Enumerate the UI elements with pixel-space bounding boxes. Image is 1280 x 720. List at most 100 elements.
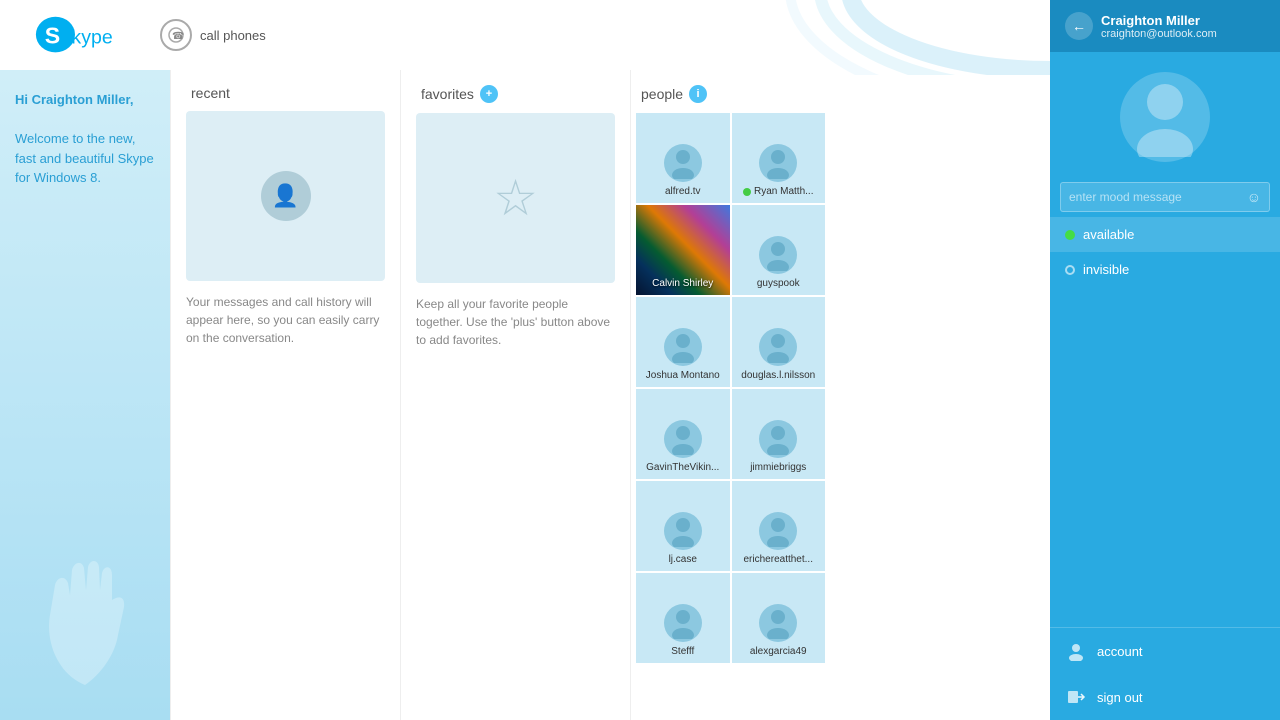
people-section: people i alfred.tv Ryan Matth... Calvin Sh… <box>630 70 830 720</box>
person-avatar <box>759 420 797 458</box>
person-tile[interactable]: lj.case <box>636 481 730 571</box>
person-name: douglas.l.nilsson <box>741 370 815 381</box>
person-avatar <box>664 144 702 182</box>
back-icon: ← <box>1072 18 1086 34</box>
person-tile[interactable]: Stefff <box>636 573 730 663</box>
person-name-row: Joshua Montano <box>646 370 720 381</box>
svg-text:kype: kype <box>71 26 112 48</box>
person-avatar <box>759 144 797 182</box>
person-avatar <box>759 512 797 550</box>
favorites-section: favorites + ☆ Keep all your favorite peo… <box>400 70 630 720</box>
person-name: guyspook <box>757 278 800 289</box>
status-options: available invisible <box>1050 217 1280 287</box>
sign-out-icon <box>1065 686 1087 708</box>
person-avatar <box>759 236 797 274</box>
person-name: Joshua Montano <box>646 370 720 381</box>
favorites-description: Keep all your favorite people together. … <box>416 295 615 349</box>
username: Craighton Miller <box>1101 13 1217 28</box>
favorites-placeholder: ☆ <box>416 113 615 283</box>
person-tile[interactable]: alfred.tv <box>636 113 730 203</box>
person-name-row: guyspook <box>757 278 800 289</box>
online-dot <box>743 188 751 196</box>
avatar-icon: 👤 <box>272 183 299 209</box>
person-name: lj.case <box>669 554 697 565</box>
person-name-row: alfred.tv <box>665 186 701 197</box>
person-avatar <box>759 328 797 366</box>
status-invisible[interactable]: invisible <box>1050 252 1280 287</box>
person-name-row: jimmiebriggs <box>750 462 806 473</box>
person-name-row: Stefff <box>671 646 694 657</box>
right-panel: ← Craighton Miller craighton@outlook.com… <box>1050 0 1280 720</box>
account-icon <box>1065 640 1087 662</box>
person-tile[interactable]: Calvin Shirley <box>636 205 730 295</box>
mood-input-area[interactable]: ☺ <box>1060 182 1270 212</box>
right-panel-bottom: account sign out <box>1050 627 1280 720</box>
recent-avatar-placeholder: 👤 <box>261 171 311 221</box>
recent-title: recent <box>191 85 230 101</box>
people-title: people <box>641 86 683 102</box>
back-button[interactable]: ← <box>1065 12 1093 40</box>
person-name: alexgarcia49 <box>750 646 807 657</box>
account-label: account <box>1097 644 1143 659</box>
person-avatar <box>664 512 702 550</box>
person-name: jimmiebriggs <box>750 462 806 473</box>
person-avatar <box>759 604 797 642</box>
person-tile[interactable]: Joshua Montano <box>636 297 730 387</box>
welcome-panel: Hi Craighton Miller, Welcome to the new,… <box>0 70 170 720</box>
welcome-text: Hi Craighton Miller, Welcome to the new,… <box>15 90 155 188</box>
mood-emoji-icon[interactable]: ☺ <box>1247 189 1261 205</box>
person-tile[interactable]: Ryan Matth... <box>732 113 826 203</box>
person-name: alfred.tv <box>665 186 701 197</box>
person-tile[interactable]: GavinTheVikin... <box>636 389 730 479</box>
call-phones-label: call phones <box>200 28 266 43</box>
person-avatar <box>664 420 702 458</box>
person-tile[interactable]: alexgarcia49 <box>732 573 826 663</box>
person-name: GavinTheVikin... <box>646 462 719 473</box>
person-tile[interactable]: jimmiebriggs <box>732 389 826 479</box>
star-icon: ☆ <box>493 169 538 227</box>
call-phones-button[interactable]: ☎ call phones <box>160 19 266 51</box>
account-action[interactable]: account <box>1050 628 1280 674</box>
person-name: Calvin Shirley <box>652 278 713 289</box>
welcome-greeting: Hi Craighton Miller, <box>15 92 133 107</box>
available-label: available <box>1083 227 1134 242</box>
recent-placeholder: 👤 <box>186 111 385 281</box>
phone-icon: ☎ <box>160 19 192 51</box>
person-name-row: erichereatthet... <box>744 554 813 565</box>
favorites-add-icon[interactable]: + <box>480 85 498 103</box>
person-name-row: Ryan Matth... <box>743 186 813 197</box>
status-available[interactable]: available <box>1050 217 1280 252</box>
available-dot <box>1065 230 1075 240</box>
skype-logo: S kype <box>20 15 130 55</box>
people-header: people i <box>636 70 825 113</box>
invisible-dot <box>1065 265 1075 275</box>
favorites-header: favorites + <box>416 70 615 113</box>
person-tile[interactable]: erichereatthet... <box>732 481 826 571</box>
people-grid: alfred.tv Ryan Matth... Calvin Shirley guys… <box>636 113 825 663</box>
person-name-row: lj.case <box>669 554 697 565</box>
recent-header: recent <box>186 70 385 111</box>
email: craighton@outlook.com <box>1101 28 1217 40</box>
welcome-message: Welcome to the new, fast and beautiful S… <box>15 131 154 185</box>
sign-out-action[interactable]: sign out <box>1050 674 1280 720</box>
person-tile[interactable]: douglas.l.nilsson <box>732 297 826 387</box>
person-avatar <box>664 604 702 642</box>
person-tile[interactable]: guyspook <box>732 205 826 295</box>
avatar-large <box>1120 72 1210 162</box>
wave-hand-icon <box>30 555 150 700</box>
person-name-row: alexgarcia49 <box>750 646 807 657</box>
person-name: erichereatthet... <box>744 554 813 565</box>
person-avatar <box>664 328 702 366</box>
person-name: Stefff <box>671 646 694 657</box>
person-name-row: GavinTheVikin... <box>646 462 719 473</box>
people-info-icon[interactable]: i <box>689 85 707 103</box>
user-info: Craighton Miller craighton@outlook.com <box>1101 13 1217 40</box>
person-name: Ryan Matth... <box>754 186 813 197</box>
svg-text:S: S <box>45 22 60 48</box>
person-name-row: douglas.l.nilsson <box>741 370 815 381</box>
svg-text:☎: ☎ <box>172 31 184 42</box>
right-panel-header: ← Craighton Miller craighton@outlook.com <box>1050 0 1280 52</box>
sign-out-label: sign out <box>1097 690 1143 705</box>
mood-input[interactable] <box>1069 190 1247 204</box>
invisible-label: invisible <box>1083 262 1129 277</box>
